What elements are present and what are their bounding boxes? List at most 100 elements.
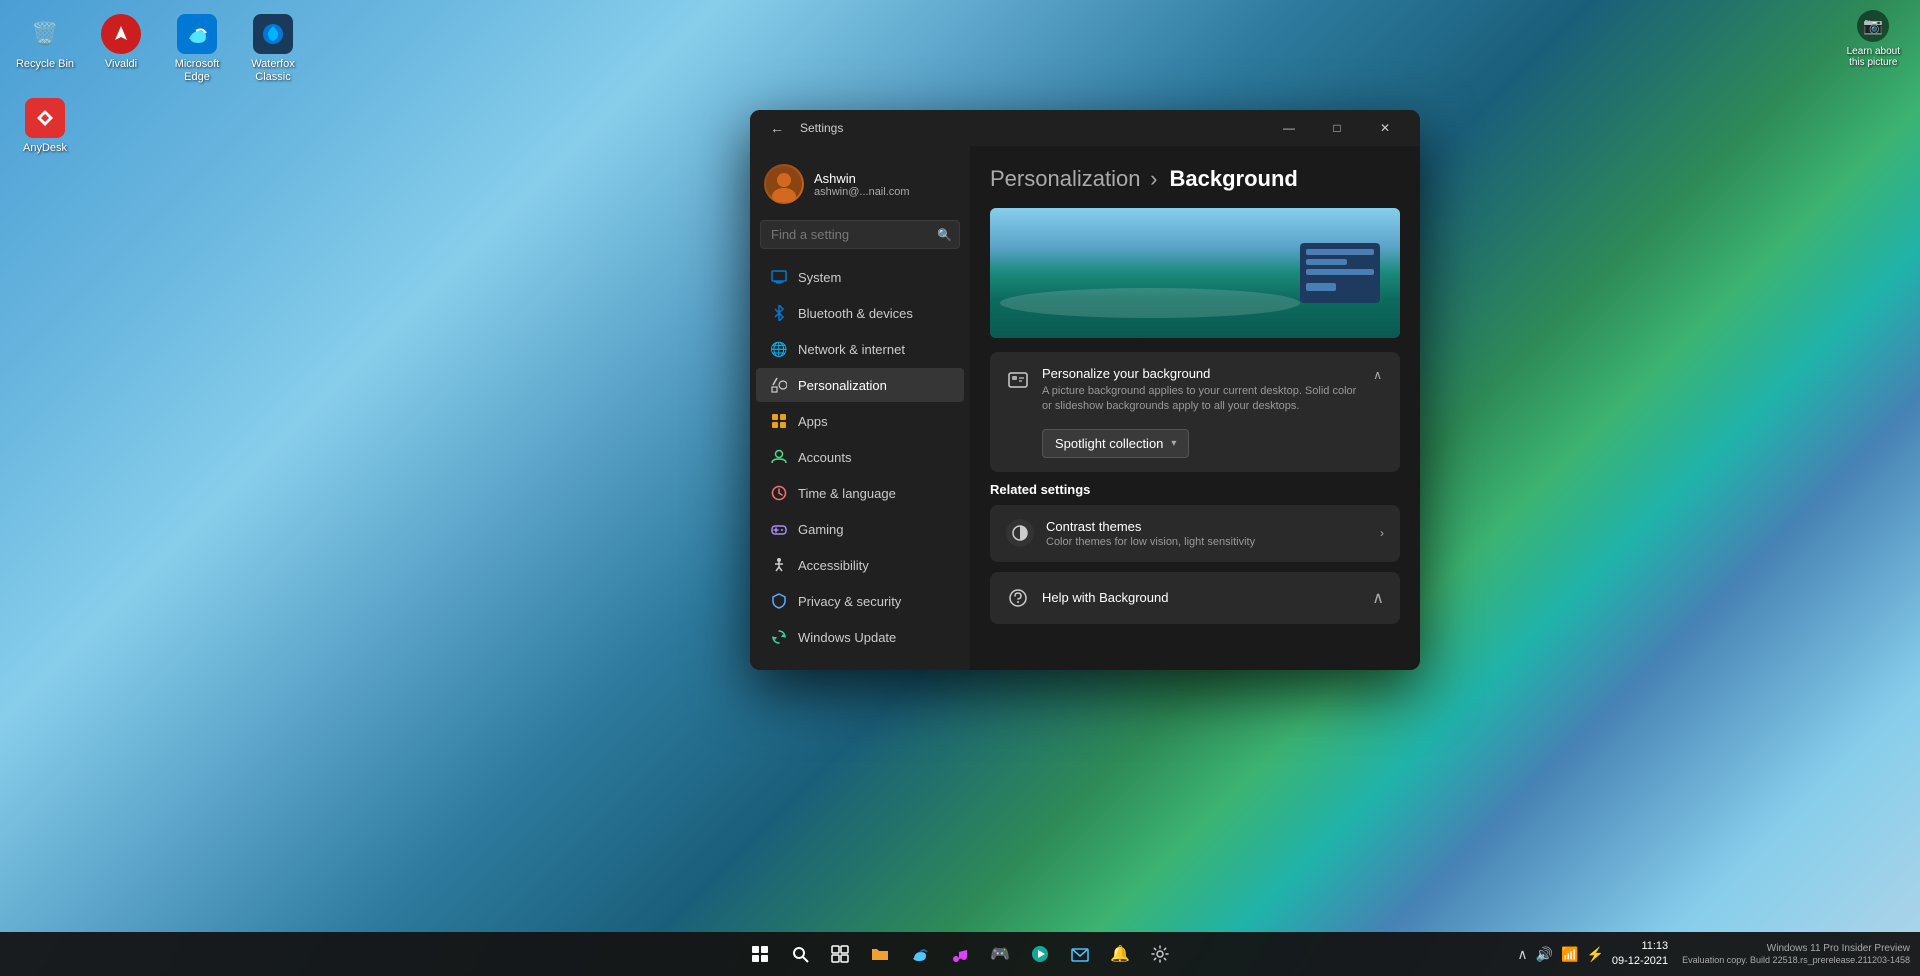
breadcrumb-separator: › bbox=[1150, 166, 1163, 191]
accounts-icon bbox=[770, 448, 788, 466]
music-button[interactable] bbox=[942, 936, 978, 972]
accessibility-icon bbox=[770, 556, 788, 574]
sidebar-item-update[interactable]: Windows Update bbox=[756, 620, 964, 654]
desktop-icon-anydesk[interactable]: AnyDesk bbox=[10, 94, 80, 159]
bluetooth-icon bbox=[770, 304, 788, 322]
back-button[interactable]: ← bbox=[762, 116, 792, 140]
task-view-button[interactable] bbox=[822, 936, 858, 972]
user-profile[interactable]: Ashwin ashwin@...nail.com bbox=[750, 154, 970, 220]
time-icon bbox=[770, 484, 788, 502]
related-settings-title: Related settings bbox=[990, 482, 1400, 497]
title-bar: ← Settings — □ ✕ bbox=[750, 110, 1420, 146]
sidebar-item-time[interactable]: Time & language bbox=[756, 476, 964, 510]
expand-collapse-button[interactable]: ∧ bbox=[1371, 366, 1384, 384]
personalization-icon bbox=[770, 376, 788, 394]
avatar bbox=[764, 164, 804, 204]
breadcrumb: Personalization › Background bbox=[990, 166, 1400, 192]
stream-button[interactable] bbox=[1022, 936, 1058, 972]
sidebar-item-accounts[interactable]: Accounts bbox=[756, 440, 964, 474]
close-button[interactable]: ✕ bbox=[1362, 112, 1408, 144]
sidebar-item-privacy[interactable]: Privacy & security bbox=[756, 584, 964, 618]
search-input[interactable] bbox=[760, 220, 960, 249]
sidebar-label-gaming: Gaming bbox=[798, 522, 844, 537]
minimize-button[interactable]: — bbox=[1266, 112, 1312, 144]
contrast-themes-title: Contrast themes bbox=[1046, 519, 1368, 534]
taskbar-right: ∧ 🔊 📶 ⚡ 11:13 09-12-2021 Windows 11 Pro … bbox=[1515, 939, 1910, 970]
network-icon: 🌐 bbox=[770, 340, 788, 358]
system-icon bbox=[770, 268, 788, 286]
personalize-background-card: Personalize your background A picture ba… bbox=[990, 352, 1400, 472]
sidebar-item-bluetooth[interactable]: Bluetooth & devices bbox=[756, 296, 964, 330]
personalize-icon bbox=[1006, 368, 1030, 392]
gaming-icon bbox=[770, 520, 788, 538]
desktop-icon-waterfox[interactable]: Waterfox Classic bbox=[238, 10, 308, 88]
sidebar-label-system: System bbox=[798, 270, 841, 285]
contrast-themes-row[interactable]: Contrast themes Color themes for low vis… bbox=[990, 505, 1400, 562]
tray-expand-icon[interactable]: ∧ bbox=[1515, 944, 1529, 965]
sidebar-item-gaming[interactable]: Gaming bbox=[756, 512, 964, 546]
desktop-icon-edge[interactable]: Microsoft Edge bbox=[162, 10, 232, 88]
file-explorer-button[interactable] bbox=[862, 936, 898, 972]
start-button[interactable] bbox=[742, 936, 778, 972]
help-background-card: Help with Background ∧ bbox=[990, 572, 1400, 624]
tray-network-icon[interactable]: 📶 bbox=[1559, 944, 1580, 965]
system-tray: ∧ 🔊 📶 ⚡ 11:13 09-12-2021 bbox=[1515, 939, 1668, 970]
contrast-themes-icon bbox=[1006, 519, 1034, 547]
learn-about-picture-button[interactable]: 📷 Learn aboutthis picture bbox=[1847, 10, 1900, 68]
spotlight-dropdown[interactable]: Spotlight collection ▾ bbox=[1042, 429, 1189, 458]
taskbar: 🎮 🔔 ∧ 🔊 📶 ⚡ 11:13 09-12-2021 Windows bbox=[0, 932, 1920, 976]
sidebar-item-accessibility[interactable]: Accessibility bbox=[756, 548, 964, 582]
clock-time: 11:13 bbox=[1612, 939, 1668, 954]
help-background-header[interactable]: Help with Background ∧ bbox=[990, 572, 1400, 624]
clock-date: 09-12-2021 bbox=[1612, 954, 1668, 969]
breadcrumb-current: Background bbox=[1170, 166, 1298, 191]
taskbar-center: 🎮 🔔 bbox=[742, 936, 1178, 972]
sidebar-label-time: Time & language bbox=[798, 486, 896, 501]
desktop-icons-area: 🗑️ Recycle Bin Vivaldi Microsoft Edge Wa… bbox=[10, 10, 308, 160]
settings-sidebar: Ashwin ashwin@...nail.com 🔍 System bbox=[750, 146, 970, 670]
dropdown-chevron-icon: ▾ bbox=[1171, 438, 1176, 449]
desktop-icon-vivaldi[interactable]: Vivaldi bbox=[86, 10, 156, 88]
settings-taskbar-button[interactable] bbox=[1142, 936, 1178, 972]
apps-icon bbox=[770, 412, 788, 430]
edge-taskbar-button[interactable] bbox=[902, 936, 938, 972]
background-preview bbox=[990, 208, 1400, 338]
spotlight-label: Spotlight collection bbox=[1055, 436, 1163, 451]
mail-button[interactable] bbox=[1062, 936, 1098, 972]
user-email: ashwin@...nail.com bbox=[814, 186, 910, 198]
sidebar-label-privacy: Privacy & security bbox=[798, 594, 901, 609]
maximize-button[interactable]: □ bbox=[1314, 112, 1360, 144]
settings-window: ← Settings — □ ✕ bbox=[750, 110, 1420, 670]
update-icon bbox=[770, 628, 788, 646]
tray-battery-icon[interactable]: ⚡ bbox=[1584, 944, 1605, 965]
contrast-themes-desc: Color themes for low vision, light sensi… bbox=[1046, 536, 1368, 548]
personalize-desc: A picture background applies to your cur… bbox=[1042, 384, 1359, 415]
sidebar-label-network: Network & internet bbox=[798, 342, 905, 357]
search-box: 🔍 bbox=[760, 220, 960, 249]
search-button[interactable] bbox=[782, 936, 818, 972]
xbox-button[interactable]: 🎮 bbox=[982, 936, 1018, 972]
preview-window-overlay bbox=[1300, 243, 1380, 303]
settings-main: Personalization › Background bbox=[970, 146, 1420, 670]
help-icon bbox=[1006, 586, 1030, 610]
sidebar-item-system[interactable]: System bbox=[756, 260, 964, 294]
window-title: Settings bbox=[800, 121, 843, 135]
personalize-title: Personalize your background bbox=[1042, 366, 1359, 381]
search-icon: 🔍 bbox=[937, 228, 952, 242]
breadcrumb-parent[interactable]: Personalization bbox=[990, 166, 1140, 191]
news-button[interactable]: 🔔 bbox=[1102, 936, 1138, 972]
sidebar-item-personalization[interactable]: Personalization bbox=[756, 368, 964, 402]
sidebar-item-network[interactable]: 🌐 Network & internet bbox=[756, 332, 964, 366]
sidebar-item-apps[interactable]: Apps bbox=[756, 404, 964, 438]
build-info: Windows 11 Pro Insider Preview Evaluatio… bbox=[1682, 942, 1910, 967]
sidebar-label-accessibility: Accessibility bbox=[798, 558, 869, 573]
help-expand-icon[interactable]: ∧ bbox=[1372, 588, 1384, 608]
help-title: Help with Background bbox=[1042, 590, 1168, 605]
tray-volume-icon[interactable]: 🔊 bbox=[1534, 944, 1555, 965]
sidebar-label-update: Windows Update bbox=[798, 630, 896, 645]
sidebar-label-personalization: Personalization bbox=[798, 378, 887, 393]
system-clock[interactable]: 11:13 09-12-2021 bbox=[1612, 939, 1668, 970]
privacy-icon bbox=[770, 592, 788, 610]
desktop-icon-recycle-bin[interactable]: 🗑️ Recycle Bin bbox=[10, 10, 80, 88]
sidebar-label-apps: Apps bbox=[798, 414, 828, 429]
